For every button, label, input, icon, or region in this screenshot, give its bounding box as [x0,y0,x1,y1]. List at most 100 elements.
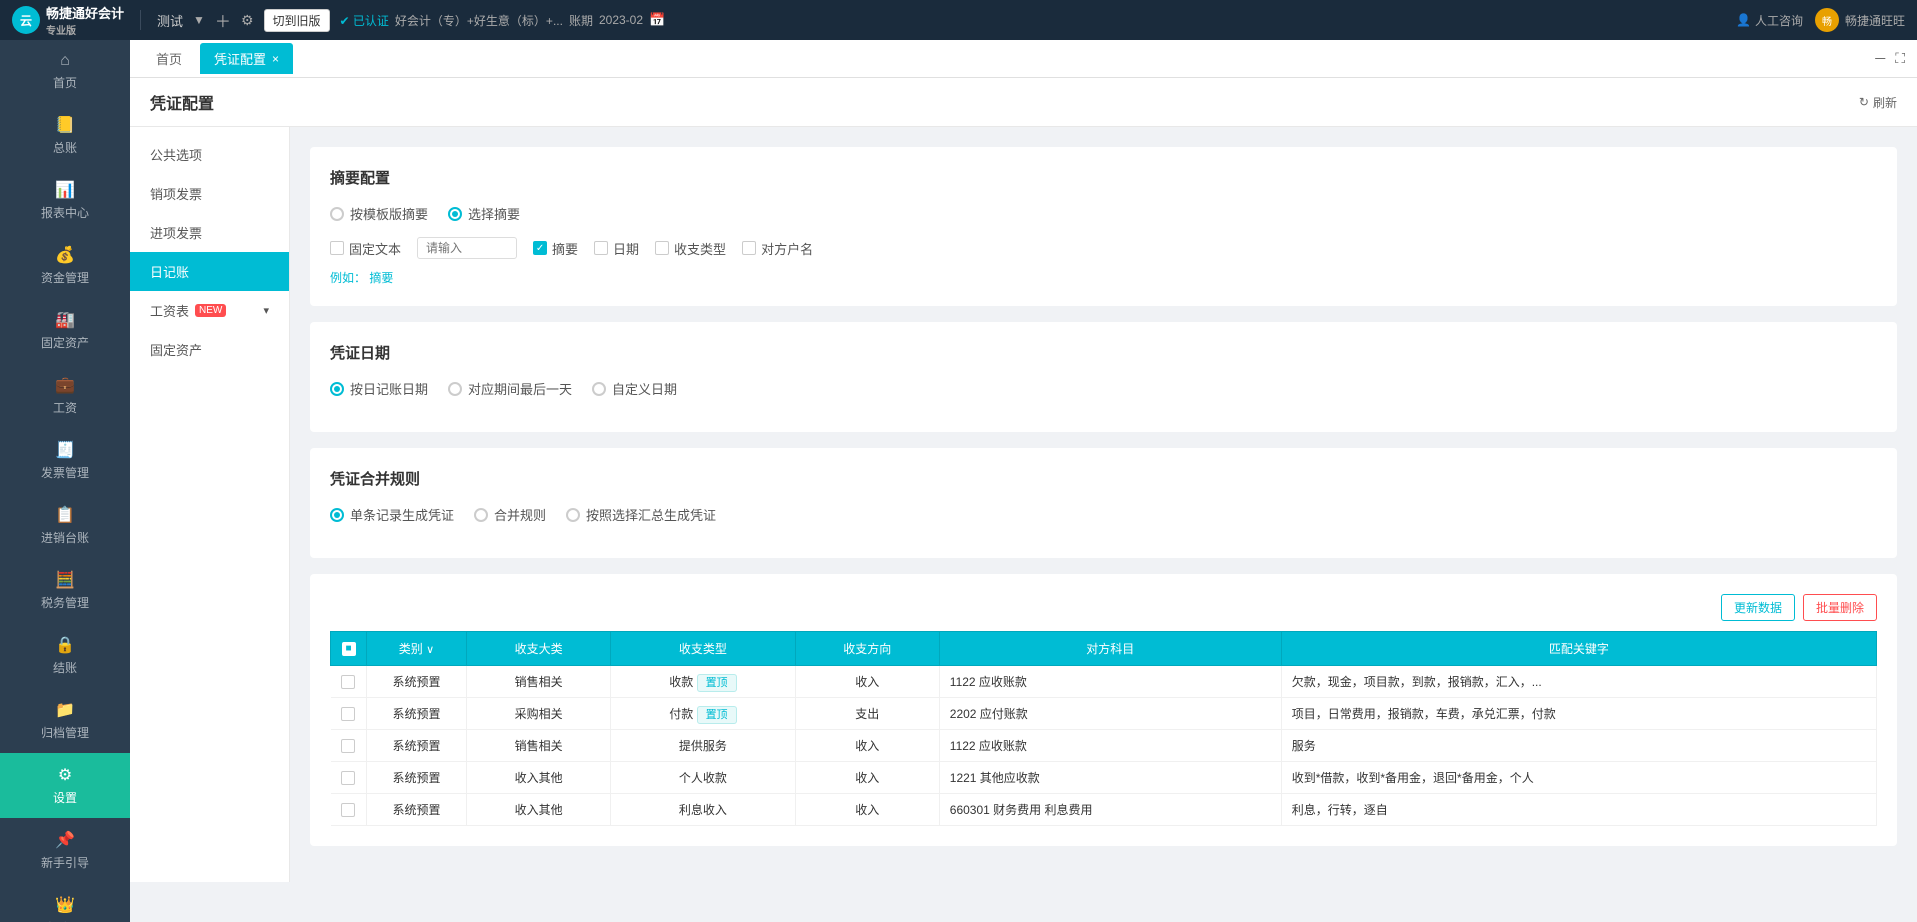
sidebar-item-settings[interactable]: ⚙ 设置 [0,753,130,818]
cell-keywords: 收到*借款，收到*备用金，退回*备用金，个人 [1281,762,1876,794]
radio-date-period-last[interactable]: 对应期间最后一天 [448,379,572,398]
left-nav-payroll[interactable]: 工资表 NEW ▾ [130,291,289,330]
sidebar-item-fixed-assets[interactable]: 🏭 固定资产 [0,298,130,363]
th-major-type: 收支大类 [467,632,611,666]
cell-checkbox[interactable] [331,762,367,794]
user-menu[interactable]: 畅 畅捷通旺旺 [1815,8,1905,32]
reset-tag[interactable]: 置顶 [697,706,737,724]
table-row: 系统预置 采购相关 付款 置顶 支出 2202 应付账款 项目，日常费用，报销款… [331,698,1877,730]
top-bar: 云 畅捷通好会计 专业版 测试 ▼ ＋ ⚙ 切到旧版 ✔ 已认证 好会计（专）+… [0,0,1917,40]
row-checkbox-3[interactable] [341,771,355,785]
table-row: 系统预置 销售相关 收款 置顶 收入 1122 应收账款 欠款，现金，项目款，到… [331,666,1877,698]
add-icon[interactable]: ＋ [215,8,231,32]
refresh-button[interactable]: ↻ 刷新 [1859,94,1897,111]
tab-home[interactable]: 首页 [142,43,196,74]
reset-tag[interactable]: 置顶 [697,674,737,692]
cell-payment-type: 提供服务 [611,730,796,762]
checkbox-date[interactable]: 日期 [594,239,639,258]
cell-checkbox[interactable] [331,794,367,826]
sidebar-item-invoice[interactable]: 🧾 发票管理 [0,428,130,493]
sidebar-item-reports[interactable]: 📊 报表中心 [0,168,130,233]
row-checkbox-1[interactable] [341,707,355,721]
sidebar-item-label: 资金管理 [41,269,89,286]
row-checkbox-4[interactable] [341,803,355,817]
logo-icon: 云 [12,6,40,34]
sidebar-item-label: 进销台账 [41,529,89,546]
radio-date-custom[interactable]: 自定义日期 [592,379,677,398]
checkbox-counterparty[interactable]: 对方户名 [742,239,813,258]
table-row: 系统预置 销售相关 提供服务 收入 1122 应收账款 服务 [331,730,1877,762]
date-radio-group: 按日记账日期 对应期间最后一天 自定义日期 [330,379,1877,398]
fixed-text-input[interactable] [417,237,517,259]
left-nav-public[interactable]: 公共选项 [130,135,289,174]
service-button[interactable]: 👤 人工咨询 [1736,12,1803,29]
th-direction: 收支方向 [795,632,939,666]
checkbox-payment-type[interactable]: 收支类型 [655,239,726,258]
sidebar-item-home[interactable]: ⌂ 首页 [0,40,130,103]
radio-summary-generate[interactable]: 按照选择汇总生成凭证 [566,505,716,524]
table-row: 系统预置 收入其他 利息收入 收入 660301 财务费用 利息费用 利息，行转… [331,794,1877,826]
test-label: 测试 [157,11,183,30]
sort-icon[interactable]: ∨ [426,644,434,656]
sidebar-item-funds[interactable]: 💰 资金管理 [0,233,130,298]
row-checkbox-0[interactable] [341,675,355,689]
radio-merge-label-2: 合并规则 [494,505,546,524]
expand-icon[interactable]: ▾ [263,304,269,317]
funds-icon: 💰 [55,245,75,265]
calendar-icon[interactable]: 📅 [649,12,665,28]
radio-select-summary[interactable]: 选择摘要 [448,204,520,223]
radio-date-dot-2 [448,382,462,396]
cell-direction: 收入 [795,794,939,826]
sidebar-item-guide[interactable]: 📌 新手引导 [0,818,130,883]
minimize-icon[interactable]: － [1873,49,1887,69]
radio-date-journal[interactable]: 按日记账日期 [330,379,428,398]
sidebar-item-tax[interactable]: 🧮 税务管理 [0,558,130,623]
radio-template-summary[interactable]: 按模板版摘要 [330,204,428,223]
checkbox-summary[interactable]: ✓ 摘要 [533,239,578,258]
tab-voucher-config[interactable]: 凭证配置 × [200,43,293,74]
row-checkbox-2[interactable] [341,739,355,753]
refresh-icon: ↻ [1859,95,1869,109]
purchase-icon: 📋 [55,505,75,525]
left-nav-sales-invoice[interactable]: 销项发票 [130,174,289,213]
sidebar-item-label: 报表中心 [41,204,89,221]
left-nav-journal[interactable]: 日记账 [130,252,289,291]
checkbox-fixed-text[interactable]: 固定文本 [330,239,401,258]
sidebar-item-purchase[interactable]: 📋 进销台账 [0,493,130,558]
sidebar-item-member[interactable]: 👑 畅会员 [0,883,130,922]
left-nav-purchase-invoice[interactable]: 进项发票 [130,213,289,252]
sidebar-item-closing[interactable]: 🔒 结账 [0,623,130,688]
radio-date-label-3: 自定义日期 [612,379,677,398]
radio-single-record[interactable]: 单条记录生成凭证 [330,505,454,524]
sidebar-item-ledger[interactable]: 📒 总账 [0,103,130,168]
radio-merge-rules[interactable]: 合并规则 [474,505,546,524]
maximize-icon[interactable]: ⛶ [1895,50,1905,67]
sidebar-item-payroll[interactable]: 💼 工资 [0,363,130,428]
cell-account: 1122 应收账款 [939,666,1281,698]
home-icon: ⌂ [60,52,70,70]
select-all-checkbox[interactable]: ■ [342,642,356,656]
cell-checkbox[interactable] [331,698,367,730]
switch-version-button[interactable]: 切到旧版 [264,9,330,32]
cell-checkbox[interactable] [331,730,367,762]
main-layout: ⌂ 首页 📒 总账 📊 报表中心 💰 资金管理 🏭 固定资产 💼 工资 🧾 发票… [0,40,1917,922]
cell-major-type: 采购相关 [467,698,611,730]
tab-close-icon[interactable]: × [272,52,279,66]
cell-checkbox[interactable] [331,666,367,698]
voucher-date-title: 凭证日期 [330,342,1877,363]
left-nav-payroll-label: 工资表 [150,301,189,320]
sidebar-item-archive[interactable]: 📁 归档管理 [0,688,130,753]
radio-date-label-2: 对应期间最后一天 [468,379,572,398]
checkbox-summary-box: ✓ [533,241,547,255]
page-header: 凭证配置 ↻ 刷新 [130,78,1917,127]
app-name: 畅捷通好会计 [46,3,124,22]
cell-category: 系统预置 [367,666,467,698]
cell-keywords: 利息，行转，逐自 [1281,794,1876,826]
update-data-button[interactable]: 更新数据 [1721,594,1795,621]
left-nav-fixed-assets[interactable]: 固定资产 [130,330,289,369]
gear-icon[interactable]: ⚙ [241,12,254,29]
dropdown-arrow-icon[interactable]: ▼ [193,13,205,27]
summary-radio-group: 按模板版摘要 选择摘要 [330,204,1877,223]
batch-delete-button[interactable]: 批量删除 [1803,594,1877,621]
certified-tag: ✔ 已认证 [340,12,389,29]
